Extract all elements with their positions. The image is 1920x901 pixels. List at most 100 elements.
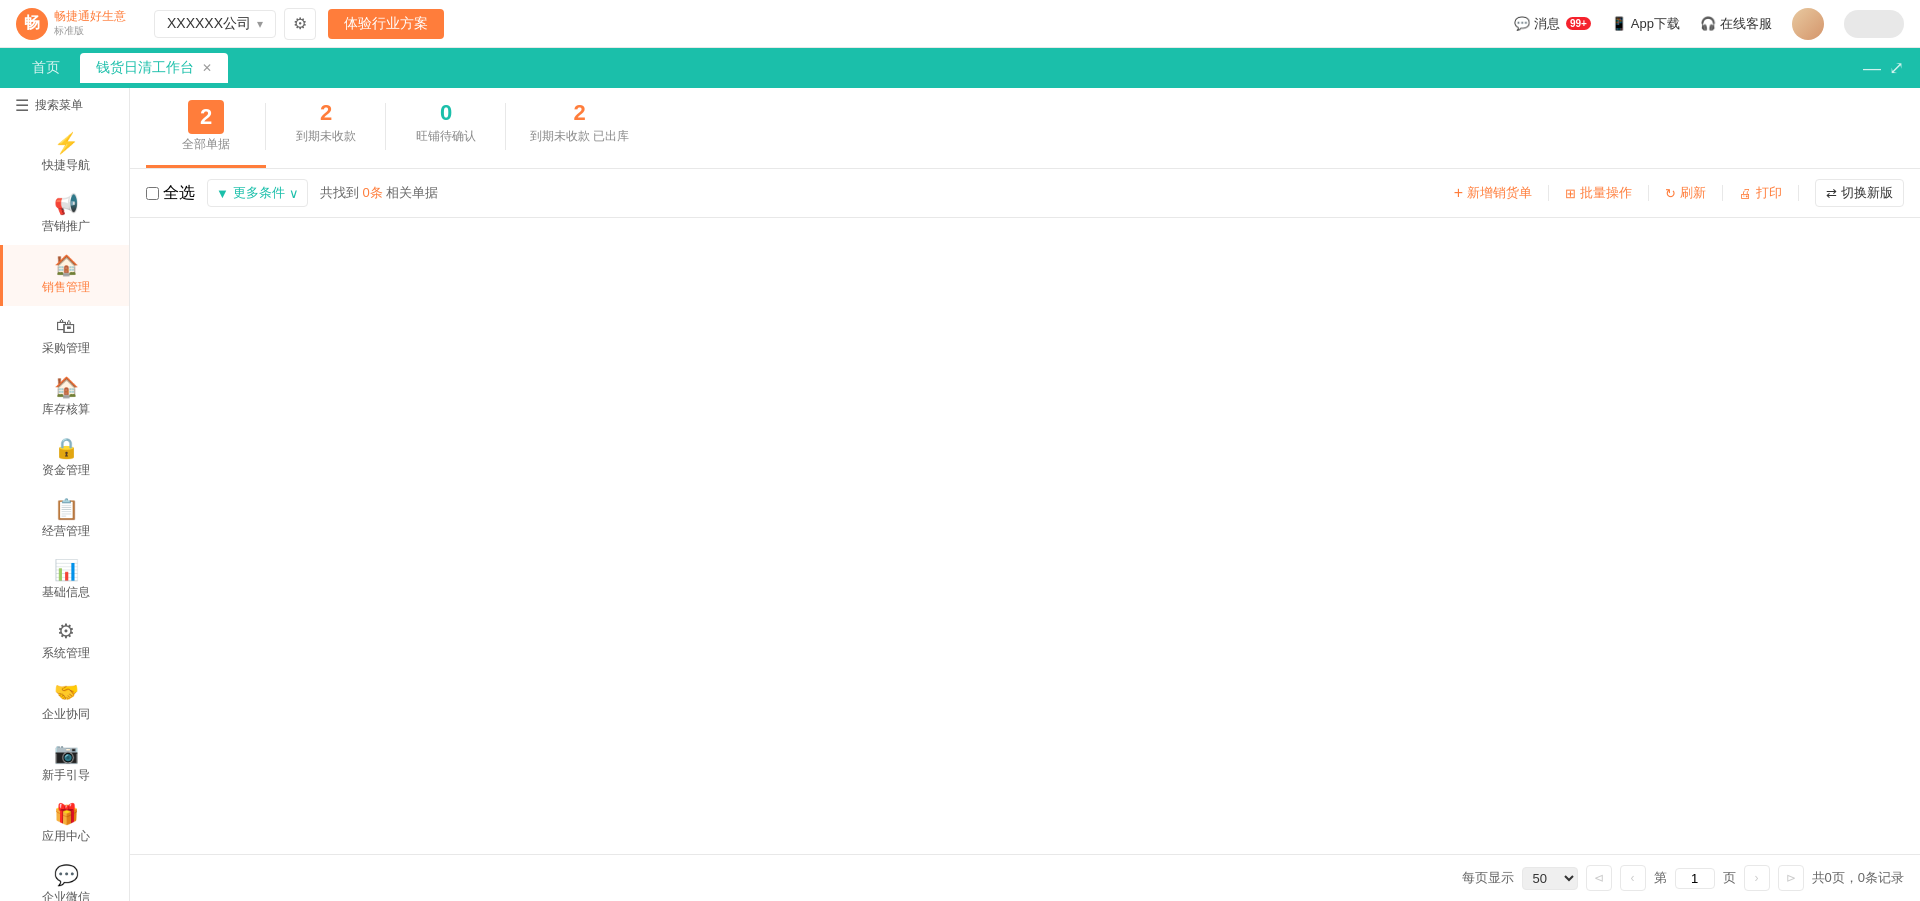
user-info[interactable] (1844, 10, 1904, 38)
switch-version-btn[interactable]: ⇄ 切换新版 (1815, 179, 1904, 207)
found-count: 0条 (363, 185, 387, 200)
total-label: 共0页，0条记录 (1812, 869, 1904, 887)
toolbar-divider-3 (1722, 185, 1723, 201)
first-page-btn[interactable]: ⊲ (1586, 865, 1612, 891)
system-icon: ⚙ (57, 621, 75, 641)
sidebar-item-sales[interactable]: 🏠 销售管理 (0, 245, 129, 306)
quick-nav-icon: ⚡ (54, 133, 79, 153)
company-name: XXXXXX公司 (167, 15, 251, 33)
search-icon: ☰ (15, 96, 29, 115)
sidebar-item-inventory[interactable]: 🏠 库存核算 (0, 367, 129, 428)
tab-window-controls: — ⤢ (1863, 57, 1904, 79)
switch-icon: ⇄ (1826, 186, 1837, 201)
message-btn[interactable]: 💬 消息 99+ (1514, 15, 1591, 33)
filter-btn[interactable]: ▼ 更多条件 ∨ (207, 179, 308, 207)
page-size-label: 每页显示 (1462, 869, 1514, 887)
add-sales-order-btn[interactable]: + 新增销货单 (1454, 184, 1532, 202)
toolbar-divider (1548, 185, 1549, 201)
batch-btn[interactable]: ⊞ 批量操作 (1565, 184, 1632, 202)
stat-count-all: 2 (188, 100, 224, 134)
sidebar-item-apps[interactable]: 🎁 应用中心 (0, 794, 129, 855)
print-btn[interactable]: 🖨 打印 (1739, 184, 1782, 202)
plus-icon: + (1454, 184, 1463, 202)
add-label: 新增销货单 (1467, 184, 1532, 202)
chevron-down-icon: ▾ (257, 17, 263, 31)
stat-count-overdue-shipped: 2 (574, 100, 586, 126)
pagination-bar: 每页显示 50 20 100 ⊲ ‹ 第 页 › ⊳ 共0页，0条记录 (130, 854, 1920, 901)
refresh-icon: ↻ (1665, 186, 1676, 201)
sidebar-item-marketing[interactable]: 📢 营销推广 (0, 184, 129, 245)
main-layout: ☰ 搜索菜单 ⚡ 快捷导航 📢 营销推广 🏠 销售管理 🛍 采购管理 🏠 库存核… (0, 88, 1920, 901)
sidebar-item-guide[interactable]: 📷 新手引导 (0, 733, 129, 794)
sidebar-item-basic-info[interactable]: 📊 基础信息 (0, 550, 129, 611)
sidebar-item-purchase[interactable]: 🛍 采购管理 (0, 306, 129, 367)
settings-icon[interactable]: ⚙ (284, 8, 316, 40)
sidebar-item-system[interactable]: ⚙ 系统管理 (0, 611, 129, 672)
select-all-checkbox[interactable]: 全选 (146, 183, 195, 204)
message-label: 消息 (1534, 15, 1560, 33)
page-size-select[interactable]: 50 20 100 (1522, 867, 1578, 890)
top-bar-right: 💬 消息 99+ 📱 App下载 🎧 在线客服 (1514, 8, 1904, 40)
avatar[interactable] (1792, 8, 1824, 40)
tab-close-icon[interactable]: ✕ (202, 61, 212, 75)
app-download-btn[interactable]: 📱 App下载 (1611, 15, 1680, 33)
sidebar-search[interactable]: ☰ 搜索菜单 (0, 88, 129, 123)
last-page-btn[interactable]: ⊳ (1778, 865, 1804, 891)
logo-icon: 畅 (16, 8, 48, 40)
message-icon: 💬 (1514, 16, 1530, 31)
page-input[interactable] (1675, 868, 1715, 889)
basic-info-icon: 📊 (54, 560, 79, 580)
guide-icon: 📷 (54, 743, 79, 763)
finance-icon: 🔒 (54, 438, 79, 458)
sidebar-item-operations[interactable]: 📋 经营管理 (0, 489, 129, 550)
switch-label: 切换新版 (1841, 184, 1893, 202)
purchase-icon: 🛍 (56, 316, 76, 336)
tab-home[interactable]: 首页 (16, 53, 76, 83)
toolbar-left: 全选 ▼ 更多条件 ∨ 共找到 0条 相关单据 (146, 179, 1442, 207)
content-area: 2 全部单据 2 到期未收款 0 旺铺待确认 2 到期未收款 已出库 (130, 88, 1920, 901)
stat-count-overdue: 2 (320, 100, 332, 126)
prev-page-btn[interactable]: ‹ (1620, 865, 1646, 891)
sidebar-item-finance[interactable]: 🔒 资金管理 (0, 428, 129, 489)
app-download-label: App下载 (1631, 15, 1680, 33)
apps-icon: 🎁 (54, 804, 79, 824)
filter-label: 更多条件 (233, 184, 285, 202)
stat-tab-all[interactable]: 2 全部单据 (146, 88, 266, 168)
headset-icon: 🎧 (1700, 16, 1716, 31)
stats-tabs: 2 全部单据 2 到期未收款 0 旺铺待确认 2 到期未收款 已出库 (130, 88, 1920, 169)
refresh-btn[interactable]: ↻ 刷新 (1665, 184, 1706, 202)
chevron-filter-icon: ∨ (289, 186, 299, 201)
stat-label-overdue-shipped: 到期未收款 已出库 (530, 128, 629, 145)
stat-count-pending: 0 (440, 100, 452, 126)
online-service-label: 在线客服 (1720, 15, 1772, 33)
maximize-icon[interactable]: ⤢ (1889, 57, 1904, 79)
select-all-input[interactable] (146, 187, 159, 200)
batch-icon: ⊞ (1565, 186, 1576, 201)
top-bar: 畅 畅捷通好生意 标准版 XXXXXX公司 ▾ ⚙ 体验行业方案 💬 消息 99… (0, 0, 1920, 48)
company-selector[interactable]: XXXXXX公司 ▾ (154, 10, 276, 38)
stat-tab-overdue[interactable]: 2 到期未收款 (266, 88, 386, 168)
operations-icon: 📋 (54, 499, 79, 519)
page-label-prefix: 第 (1654, 869, 1667, 887)
toolbar-divider-4 (1798, 185, 1799, 201)
sidebar-item-quick-nav[interactable]: ⚡ 快捷导航 (0, 123, 129, 184)
message-badge: 99+ (1566, 17, 1591, 30)
refresh-label: 刷新 (1680, 184, 1706, 202)
sidebar-item-wechat[interactable]: 💬 企业微信 (0, 855, 129, 901)
tab-workbench[interactable]: 钱货日清工作台 ✕ (80, 53, 228, 83)
found-text: 共找到 0条 相关单据 (320, 184, 438, 202)
industry-btn[interactable]: 体验行业方案 (328, 9, 444, 39)
stat-tab-pending[interactable]: 0 旺铺待确认 (386, 88, 506, 168)
logo-area: 畅 畅捷通好生意 标准版 (16, 8, 146, 40)
print-label: 打印 (1756, 184, 1782, 202)
toolbar-divider-2 (1648, 185, 1649, 201)
inventory-icon: 🏠 (54, 377, 79, 397)
nav-tabs: 首页 钱货日清工作台 ✕ — ⤢ (0, 48, 1920, 88)
search-menu-label: 搜索菜单 (35, 97, 83, 114)
next-page-btn[interactable]: › (1744, 865, 1770, 891)
wechat-icon: 💬 (54, 865, 79, 885)
online-service-btn[interactable]: 🎧 在线客服 (1700, 15, 1772, 33)
stat-tab-overdue-shipped[interactable]: 2 到期未收款 已出库 (506, 88, 653, 168)
sidebar-item-cooperation[interactable]: 🤝 企业协同 (0, 672, 129, 733)
minimize-icon[interactable]: — (1863, 58, 1881, 79)
